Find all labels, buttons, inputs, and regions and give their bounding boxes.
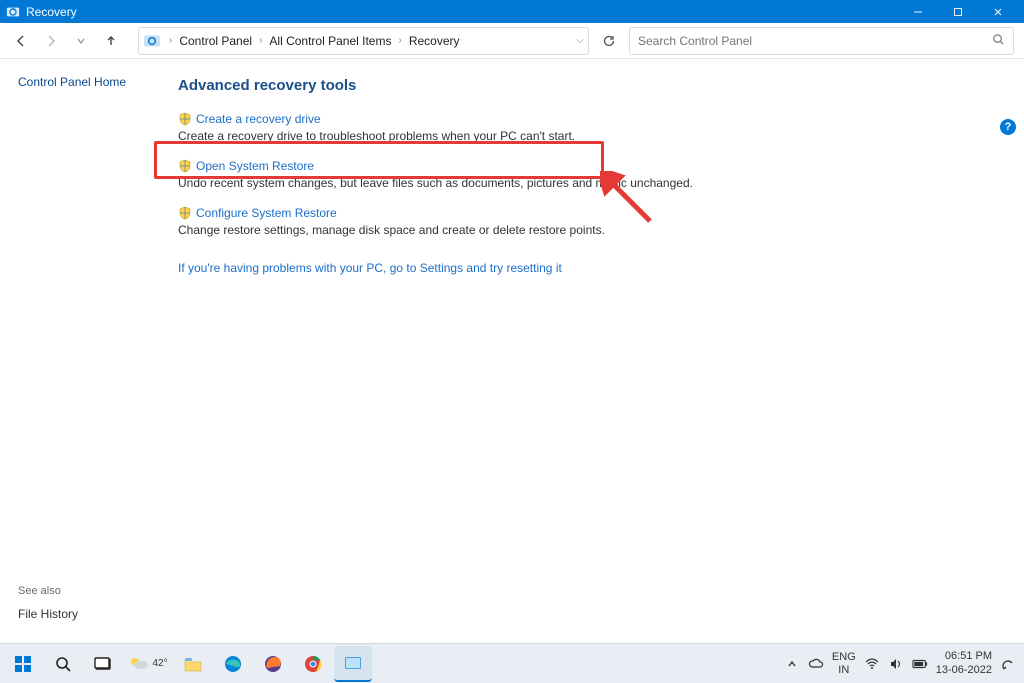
sidebar-home-link[interactable]: Control Panel Home bbox=[18, 75, 156, 89]
recovery-title-icon bbox=[6, 5, 20, 19]
taskbar-control-panel[interactable] bbox=[334, 646, 372, 682]
titlebar: Recovery bbox=[0, 0, 1024, 23]
address-dropdown-icon[interactable]: ⌵ bbox=[576, 35, 584, 46]
taskbar-explorer[interactable] bbox=[174, 646, 212, 682]
shield-icon bbox=[178, 159, 192, 173]
forward-button[interactable] bbox=[40, 30, 62, 52]
tool-configure-system-restore: Configure System Restore Change restore … bbox=[178, 206, 1000, 237]
taskbar: 42° ENG IN 06:51 P bbox=[0, 643, 1024, 683]
tray-wifi-icon[interactable] bbox=[864, 656, 880, 672]
crumb-control-panel[interactable]: Control Panel bbox=[176, 32, 255, 50]
crumb-recovery[interactable]: Recovery bbox=[406, 32, 463, 50]
chevron-right-icon: › bbox=[169, 35, 172, 46]
link-configure-system-restore[interactable]: Configure System Restore bbox=[196, 206, 337, 220]
desc-configure-system-restore: Change restore settings, manage disk spa… bbox=[178, 223, 1000, 237]
search-icon bbox=[992, 33, 1005, 49]
page-heading: Advanced recovery tools bbox=[178, 77, 1000, 94]
refresh-button[interactable] bbox=[597, 29, 621, 53]
main-content: Advanced recovery tools Create a recover… bbox=[160, 59, 1024, 643]
back-button[interactable] bbox=[10, 30, 32, 52]
tray-onedrive-icon[interactable] bbox=[808, 656, 824, 672]
tool-open-system-restore: Open System Restore Undo recent system c… bbox=[178, 159, 1000, 190]
shield-icon bbox=[178, 206, 192, 220]
shield-icon bbox=[178, 112, 192, 126]
link-reset-pc-settings[interactable]: If you're having problems with your PC, … bbox=[178, 261, 562, 275]
weather-temp: 42° bbox=[152, 658, 167, 669]
taskbar-edge[interactable] bbox=[214, 646, 252, 682]
up-button[interactable] bbox=[100, 30, 122, 52]
desc-create-recovery-drive: Create a recovery drive to troubleshoot … bbox=[178, 129, 1000, 143]
link-create-recovery-drive[interactable]: Create a recovery drive bbox=[196, 112, 321, 126]
search-button[interactable] bbox=[44, 646, 82, 682]
start-button[interactable] bbox=[4, 646, 42, 682]
taskbar-chrome[interactable] bbox=[294, 646, 332, 682]
taskbar-firefox[interactable] bbox=[254, 646, 292, 682]
tool-create-recovery-drive: Create a recovery drive Create a recover… bbox=[178, 112, 1000, 143]
tray-volume-icon[interactable] bbox=[888, 656, 904, 672]
tray-battery-icon[interactable] bbox=[912, 656, 928, 672]
recent-locations-button[interactable] bbox=[70, 30, 92, 52]
window-title: Recovery bbox=[26, 5, 77, 19]
chevron-right-icon: › bbox=[398, 35, 401, 46]
tray-notifications-icon[interactable] bbox=[1000, 656, 1016, 672]
maximize-button[interactable] bbox=[938, 0, 978, 23]
minimize-button[interactable] bbox=[898, 0, 938, 23]
tray-chevron-up-icon[interactable] bbox=[784, 656, 800, 672]
clock[interactable]: 06:51 PM 13-06-2022 bbox=[936, 650, 992, 676]
chevron-right-icon: › bbox=[259, 35, 262, 46]
link-open-system-restore[interactable]: Open System Restore bbox=[196, 159, 314, 173]
crumb-all-items[interactable]: All Control Panel Items bbox=[266, 32, 394, 50]
nav-toolbar: › Control Panel › All Control Panel Item… bbox=[0, 23, 1024, 59]
breadcrumb[interactable]: › Control Panel › All Control Panel Item… bbox=[138, 27, 589, 55]
task-view-button[interactable] bbox=[84, 646, 122, 682]
system-tray: ENG IN 06:51 PM 13-06-2022 bbox=[784, 650, 1020, 676]
side-panel: Control Panel Home See also File History bbox=[0, 59, 160, 643]
search-field[interactable] bbox=[638, 34, 992, 48]
search-input[interactable] bbox=[629, 27, 1014, 55]
close-button[interactable] bbox=[978, 0, 1018, 23]
sidebar-link-file-history[interactable]: File History bbox=[18, 607, 156, 621]
see-also-heading: See also bbox=[18, 585, 156, 597]
recovery-path-icon bbox=[143, 32, 161, 50]
desc-open-system-restore: Undo recent system changes, but leave fi… bbox=[178, 176, 1000, 190]
language-indicator[interactable]: ENG IN bbox=[832, 651, 856, 675]
weather-widget[interactable]: 42° bbox=[124, 646, 172, 682]
